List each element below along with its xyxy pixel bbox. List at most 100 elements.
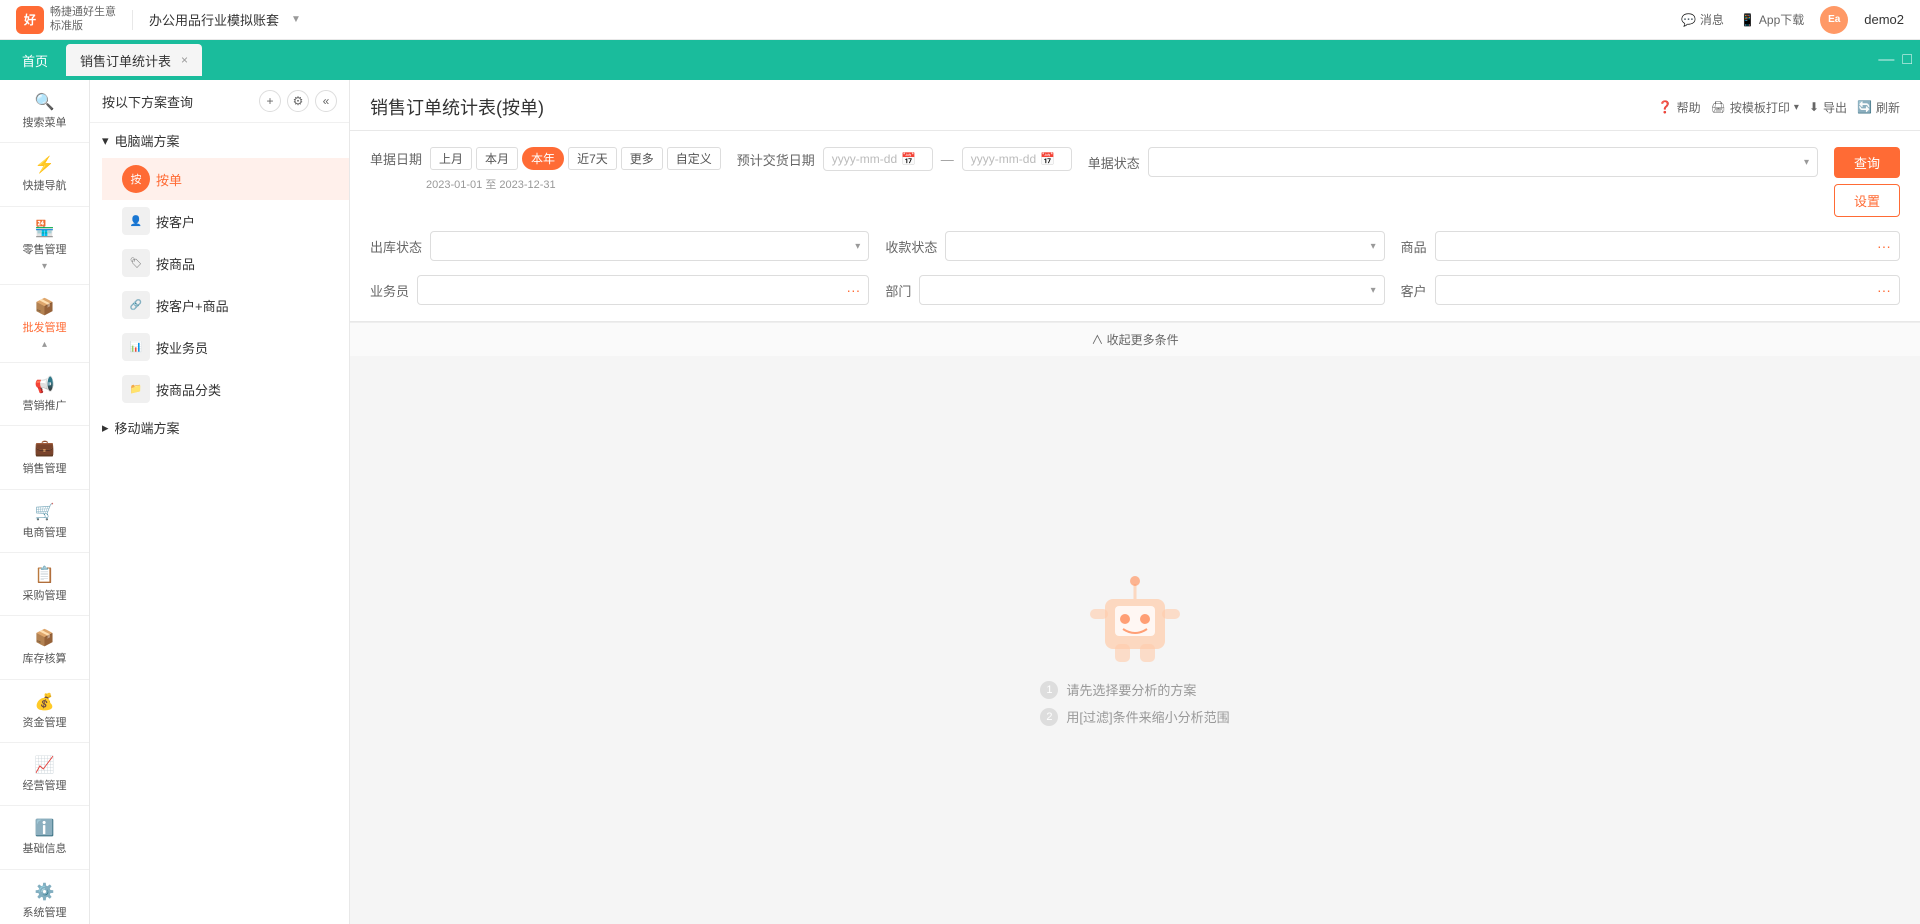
delivery-status-label: 出库状态: [370, 237, 422, 256]
sidebar-item-finance[interactable]: 💰 资金管理: [0, 680, 89, 743]
settings-btn[interactable]: 设置: [1834, 184, 1900, 217]
doc-status-select[interactable]: ▾: [1148, 147, 1818, 177]
by-customer-label: 按客户: [156, 212, 337, 231]
sales-icon: 💼: [35, 438, 55, 458]
product-ellipsis[interactable]: ···: [1877, 238, 1891, 254]
salesperson-label: 业务员: [370, 281, 409, 300]
add-scheme-btn[interactable]: +: [259, 90, 281, 112]
sidebar-item-ecommerce[interactable]: 🛒 电商管理: [0, 490, 89, 553]
date-btn-this-month[interactable]: 本月: [476, 147, 518, 170]
tree-item-by-customer[interactable]: 👤 按客户: [102, 200, 349, 242]
sidebar-item-purchase[interactable]: 📋 采购管理: [0, 553, 89, 616]
message-action[interactable]: 💬 消息: [1681, 11, 1724, 28]
tab-close-icon[interactable]: ×: [181, 53, 188, 67]
payment-status-label: 收款状态: [885, 237, 937, 256]
date-btn-custom[interactable]: 自定义: [667, 147, 721, 170]
salesperson-ellipsis[interactable]: ···: [846, 282, 860, 298]
app-download-action[interactable]: 📱 App下载: [1740, 11, 1804, 28]
payment-status-group: 收款状态 ▾: [885, 231, 1384, 261]
expected-date-group: 预计交货日期 yyyy-mm-dd 📅 — yyyy-mm-dd 📅: [737, 147, 1072, 171]
calendar-end-icon: 📅: [1040, 152, 1055, 166]
tab-minimize-btn[interactable]: —: [1878, 51, 1894, 69]
help-btn[interactable]: ❓ 帮助: [1658, 99, 1701, 116]
tree-item-by-salesperson[interactable]: 📊 按业务员: [102, 326, 349, 368]
wholesale-arrow: ▴: [42, 339, 47, 350]
dept-label: 部门: [885, 281, 911, 300]
tab-home[interactable]: 首页: [8, 44, 62, 76]
product-label: 商品: [1401, 237, 1427, 256]
dept-select[interactable]: ▾: [919, 275, 1384, 305]
top-bar-left: 好 畅捷通好生意 标准版 办公用品行业模拟账套 ▼: [16, 6, 301, 34]
date-quick-btns: 上月 本月 本年 近7天 更多 自定义: [430, 147, 721, 170]
empty-state: 1 请先选择要分析的方案 2 用[过滤]条件来缩小分析范围: [350, 356, 1920, 924]
sidebar-item-retail[interactable]: 🏪 零售管理 ▾: [0, 207, 89, 285]
left-panel-title: 按以下方案查询: [102, 92, 251, 111]
tree-pc-children: 按 按单 👤 按客户 🏷 按商品 🔗 按客户+商品 📊 按业务员: [90, 158, 349, 410]
tree-item-by-product-category[interactable]: 📁 按商品分类: [102, 368, 349, 410]
salesperson-select[interactable]: ···: [417, 275, 869, 305]
tree-item-by-customer-product[interactable]: 🔗 按客户+商品: [102, 284, 349, 326]
delivery-status-group: 出库状态 ▾: [370, 231, 869, 261]
dept-arrow: ▾: [1371, 285, 1376, 296]
by-customer-product-icon: 🔗: [122, 291, 150, 319]
finance-icon: 💰: [35, 692, 55, 712]
tab-bar: 首页 销售订单统计表 × — □: [0, 40, 1920, 80]
product-select[interactable]: ···: [1435, 231, 1900, 261]
sidebar-item-marketing[interactable]: 📢 营销推广: [0, 363, 89, 426]
quick-nav-icon: ⚡: [35, 155, 55, 175]
sidebar-item-system[interactable]: ⚙️ 系统管理: [0, 870, 89, 924]
top-bar: 好 畅捷通好生意 标准版 办公用品行业模拟账套 ▼ 💬 消息 📱 App下载 E…: [0, 0, 1920, 40]
empty-hints: 1 请先选择要分析的方案 2 用[过滤]条件来缩小分析范围: [1040, 680, 1229, 726]
sidebar-item-search-menu[interactable]: 🔍 搜索菜单: [0, 80, 89, 143]
print-dropdown-icon: ▾: [1794, 102, 1799, 113]
mobile-section-label: 移动端方案: [115, 418, 180, 437]
by-order-label: 按单: [156, 170, 337, 189]
expected-date-label: 预计交货日期: [737, 150, 815, 169]
payment-status-select[interactable]: ▾: [945, 231, 1384, 261]
query-btn[interactable]: 查询: [1834, 147, 1900, 178]
product-group: 商品 ···: [1401, 231, 1900, 261]
tab-controls: — □: [1878, 51, 1912, 69]
date-btn-last-7-days[interactable]: 近7天: [568, 147, 617, 170]
salesperson-group: 业务员 ···: [370, 275, 869, 305]
date-btn-more[interactable]: 更多: [621, 147, 663, 170]
tree-item-by-product[interactable]: 🏷 按商品: [102, 242, 349, 284]
sidebar-item-operations[interactable]: 📈 经营管理: [0, 743, 89, 806]
tab-maximize-btn[interactable]: □: [1902, 51, 1912, 69]
collapse-bar[interactable]: ∧ 收起更多条件: [350, 322, 1920, 356]
collapse-panel-btn[interactable]: «: [315, 90, 337, 112]
sidebar-item-basic-info[interactable]: ℹ️ 基础信息: [0, 806, 89, 869]
content-area: 按以下方案查询 + ⚙ « ▾ 电脑端方案 按 按单 👤 按客户: [90, 80, 1920, 924]
sidebar-item-inventory[interactable]: 📦 库存核算: [0, 616, 89, 679]
export-btn[interactable]: ⬇ 导出: [1809, 99, 1847, 116]
pc-section-label: 电脑端方案: [115, 131, 180, 150]
sidebar-item-quick-nav[interactable]: ⚡ 快捷导航: [0, 143, 89, 206]
tree-pc-section[interactable]: ▾ 电脑端方案: [90, 123, 349, 158]
date-btn-last-month[interactable]: 上月: [430, 147, 472, 170]
settings-scheme-btn[interactable]: ⚙: [287, 90, 309, 112]
expected-date-end-input[interactable]: yyyy-mm-dd 📅: [962, 147, 1072, 171]
customer-ellipsis[interactable]: ···: [1877, 282, 1891, 298]
refresh-btn[interactable]: 🔄 刷新: [1857, 99, 1900, 116]
tab-sales-order-stats[interactable]: 销售订单统计表 ×: [66, 44, 202, 76]
sidebar-item-wholesale[interactable]: 📦 批发管理 ▴: [0, 285, 89, 363]
page-header: 销售订单统计表(按单) ❓ 帮助 🖨 按模板打印 ▾ ⬇ 导出: [350, 80, 1920, 131]
avatar[interactable]: Ea: [1820, 6, 1848, 34]
top-title-dropdown[interactable]: ▼: [291, 14, 301, 25]
calendar-start-icon: 📅: [901, 152, 916, 166]
filter-row-3: 业务员 ··· 部门 ▾ 客户: [370, 275, 1900, 305]
customer-select[interactable]: ···: [1435, 275, 1900, 305]
date-label: 单据日期: [370, 149, 422, 168]
expected-date-start-input[interactable]: yyyy-mm-dd 📅: [823, 147, 933, 171]
purchase-icon: 📋: [35, 565, 55, 585]
by-order-icon: 按: [122, 165, 150, 193]
by-product-icon: 🏷: [122, 249, 150, 277]
template-print-btn[interactable]: 🖨 按模板打印 ▾: [1711, 99, 1799, 116]
date-filter-row: 单据日期 上月 本月 本年 近7天 更多 自定义: [370, 147, 721, 170]
date-btn-this-year[interactable]: 本年: [522, 147, 564, 170]
sidebar-item-sales[interactable]: 💼 销售管理: [0, 426, 89, 489]
by-product-category-label: 按商品分类: [156, 380, 337, 399]
delivery-status-select[interactable]: ▾: [430, 231, 869, 261]
tree-item-by-order[interactable]: 按 按单: [102, 158, 349, 200]
tree-mobile-section[interactable]: ▸ 移动端方案: [90, 410, 349, 445]
